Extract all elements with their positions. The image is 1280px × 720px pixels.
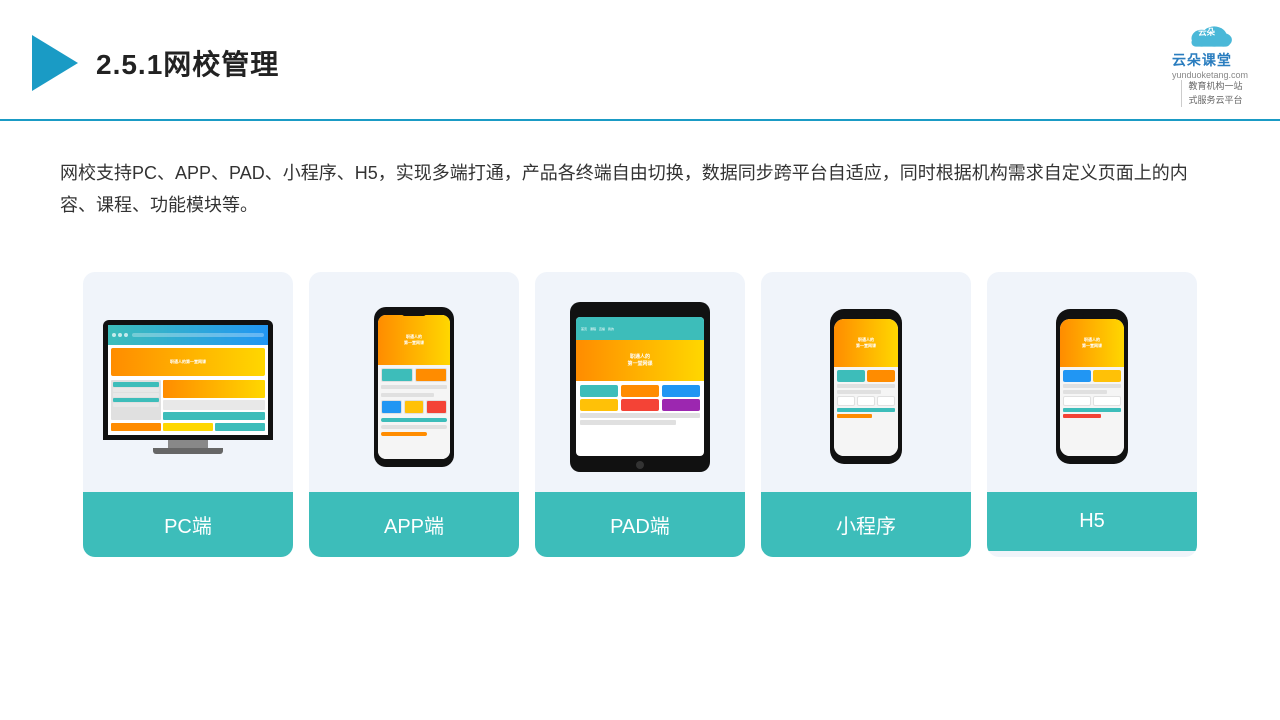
h5-card: 职通人的第一堂网课 [987, 272, 1197, 557]
pc-label: PC端 [83, 492, 293, 557]
app-label: APP端 [309, 492, 519, 557]
description-paragraph: 网校支持PC、APP、PAD、小程序、H5，实现多端打通，产品各终端自由切换，数… [60, 157, 1220, 222]
brand-domain: yunduoketang.com [1172, 70, 1248, 80]
pc-card: 职通人的第一堂网课 [83, 272, 293, 557]
brand-name: 云朵课堂 [1172, 50, 1232, 70]
h5-label: H5 [987, 492, 1197, 551]
pc-image-area: 职通人的第一堂网课 [83, 272, 293, 492]
miniapp-label: 小程序 [761, 492, 971, 557]
miniapp-image-area: 职通人的第一堂网课 [761, 272, 971, 492]
pad-tablet-icon: 首页 课程 直播 我的 职通人的第一堂网课 [570, 302, 710, 472]
page-title: 2.5.1网校管理 [96, 43, 279, 83]
header-left: 2.5.1网校管理 [32, 35, 279, 91]
platform-cards: 职通人的第一堂网课 [0, 242, 1280, 587]
app-image-area: 职通人的第一堂网课 [309, 272, 519, 492]
pc-monitor-icon: 职通人的第一堂网课 [103, 320, 273, 454]
h5-image-area: 职通人的第一堂网课 [987, 272, 1197, 492]
pad-card: 首页 课程 直播 我的 职通人的第一堂网课 [535, 272, 745, 557]
h5-phone-icon: 职通人的第一堂网课 [1056, 309, 1128, 464]
header: 2.5.1网校管理 云朵 云朵课堂 yunduoketang.com 教育机构一… [0, 0, 1280, 121]
miniapp-card: 职通人的第一堂网课 [761, 272, 971, 557]
pad-label: PAD端 [535, 492, 745, 557]
header-right: 云朵 云朵课堂 yunduoketang.com 教育机构一站 式服务云平台 [1172, 18, 1248, 107]
miniapp-phone-icon: 职通人的第一堂网课 [830, 309, 902, 464]
app-phone-icon: 职通人的第一堂网课 [374, 307, 454, 467]
pad-image-area: 首页 课程 直播 我的 职通人的第一堂网课 [535, 272, 745, 492]
logo-triangle-icon [32, 35, 78, 91]
cloud-icon: 云朵 [1184, 18, 1236, 50]
description-text: 网校支持PC、APP、PAD、小程序、H5，实现多端打通，产品各终端自由切换，数… [0, 121, 1280, 242]
brand-logo: 云朵 云朵课堂 yunduoketang.com 教育机构一站 式服务云平台 [1172, 18, 1248, 107]
brand-tagline: 教育机构一站 式服务云平台 [1188, 80, 1242, 107]
app-card: 职通人的第一堂网课 [309, 272, 519, 557]
svg-text:云朵: 云朵 [1198, 27, 1215, 37]
